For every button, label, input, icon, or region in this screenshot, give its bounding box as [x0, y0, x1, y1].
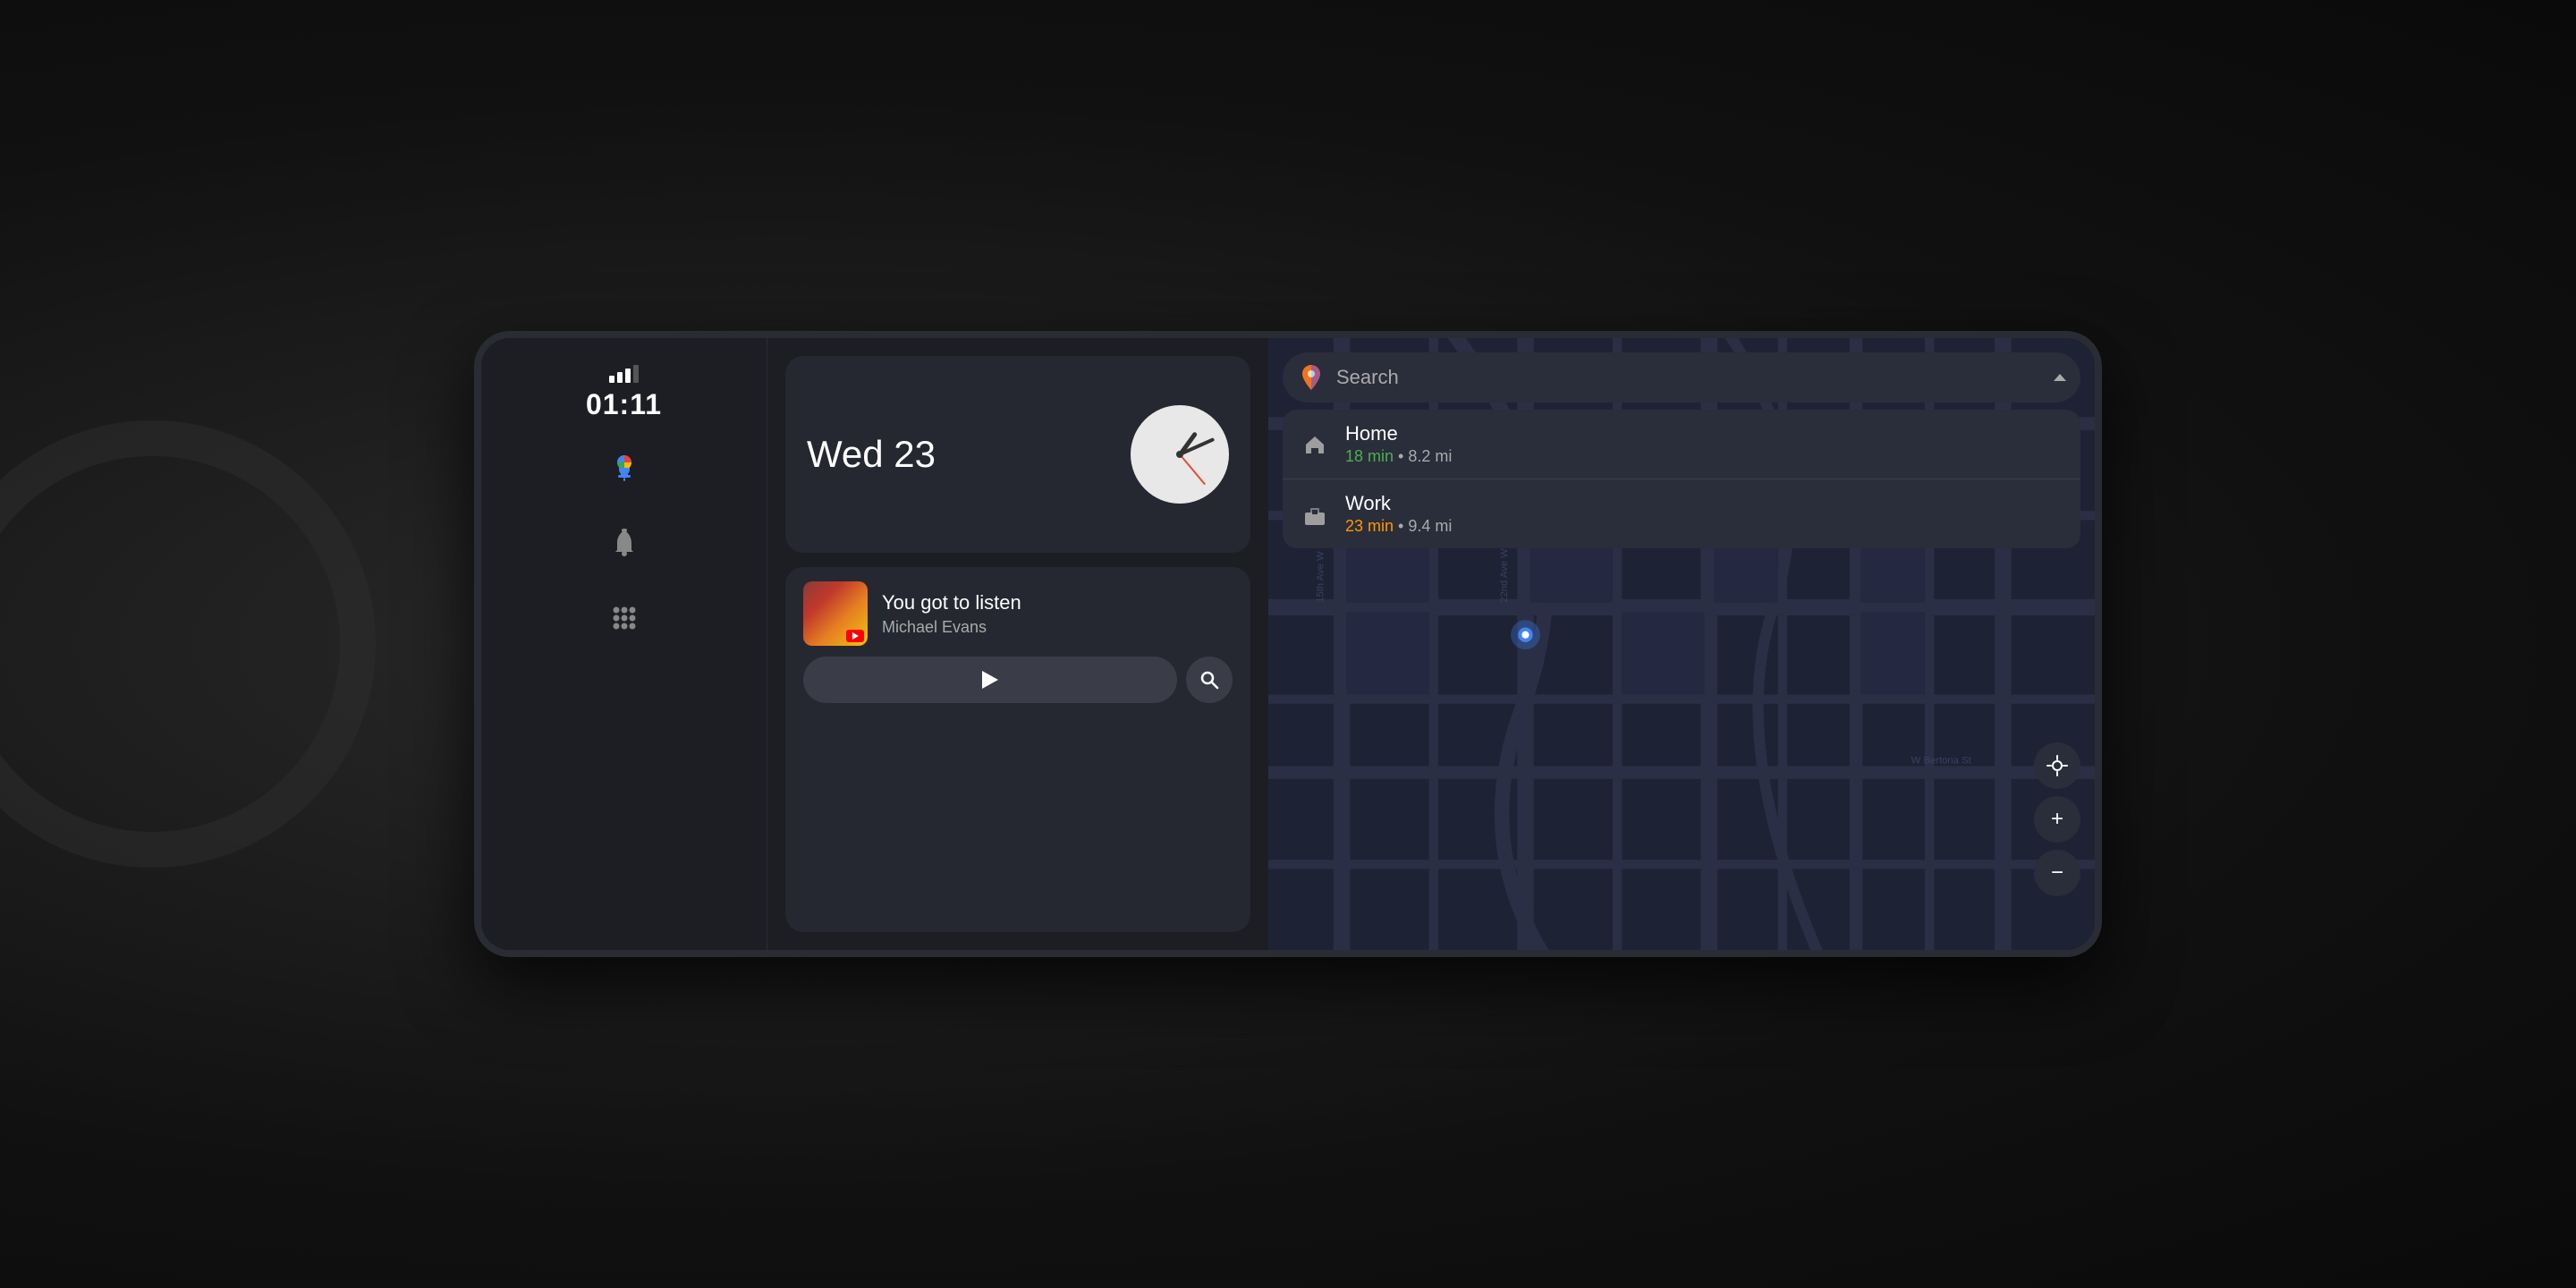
zoom-out-button[interactable]: − — [2034, 850, 2080, 896]
maps-icon — [1297, 363, 1326, 392]
map-panel[interactable]: 15th Ave W 22nd Ave W W Bertona St Sear — [1268, 338, 2095, 950]
search-text: Search — [1336, 366, 2043, 389]
home-info: Home 18 min • 8.2 mi — [1345, 422, 1452, 466]
status-bar: 01:11 — [586, 365, 662, 421]
album-art — [803, 581, 868, 646]
destination-home[interactable]: Home 18 min • 8.2 mi — [1283, 410, 2080, 479]
music-controls — [803, 657, 1233, 703]
notifications-button[interactable] — [596, 514, 653, 572]
music-text: You got to listen Michael Evans — [882, 591, 1021, 637]
destination-work[interactable]: Work 23 min • 9.4 mi — [1283, 479, 2080, 548]
work-icon — [1299, 498, 1331, 530]
song-title: You got to listen — [882, 591, 1021, 614]
second-hand — [1179, 453, 1206, 485]
music-card: You got to listen Michael Evans — [785, 567, 1250, 932]
signal-icon — [609, 365, 639, 383]
play-button[interactable] — [803, 657, 1177, 703]
zoom-in-button[interactable]: + — [2034, 796, 2080, 843]
search-music-button[interactable] — [1186, 657, 1233, 703]
artist-name: Michael Evans — [882, 618, 1021, 637]
work-info: Work 23 min • 9.4 mi — [1345, 492, 1452, 536]
android-auto-display: 01:11 — [474, 331, 2102, 957]
apps-grid-button[interactable] — [596, 589, 653, 647]
destinations-list: Home 18 min • 8.2 mi — [1283, 410, 2080, 548]
work-label: Work — [1345, 492, 1452, 515]
my-location-button[interactable] — [2034, 742, 2080, 789]
svg-text:22nd Ave W: 22nd Ave W — [1499, 548, 1510, 603]
youtube-badge — [846, 630, 864, 642]
center-panel: Wed 23 You got to listen — [767, 338, 1268, 950]
date-label: Wed 23 — [807, 433, 936, 476]
svg-text:15th Ave W: 15th Ave W — [1316, 551, 1326, 603]
home-icon — [1299, 428, 1331, 461]
time-display: 01:11 — [586, 388, 662, 421]
music-info: You got to listen Michael Evans — [803, 581, 1233, 646]
clock-card: Wed 23 — [785, 356, 1250, 553]
home-label: Home — [1345, 422, 1452, 445]
map-controls: + − — [2034, 742, 2080, 896]
chevron-up-icon — [2054, 374, 2066, 381]
work-detail: 23 min • 9.4 mi — [1345, 517, 1452, 536]
nav-overlay: Search Home 18 min • 8.2 mi — [1283, 352, 2080, 548]
svg-text:W Bertona St: W Bertona St — [1911, 755, 1972, 766]
home-detail: 18 min • 8.2 mi — [1345, 447, 1452, 466]
clock-face — [1131, 405, 1229, 504]
voice-assistant-button[interactable] — [596, 439, 653, 496]
left-sidebar: 01:11 — [481, 338, 767, 950]
search-bar[interactable]: Search — [1283, 352, 2080, 402]
